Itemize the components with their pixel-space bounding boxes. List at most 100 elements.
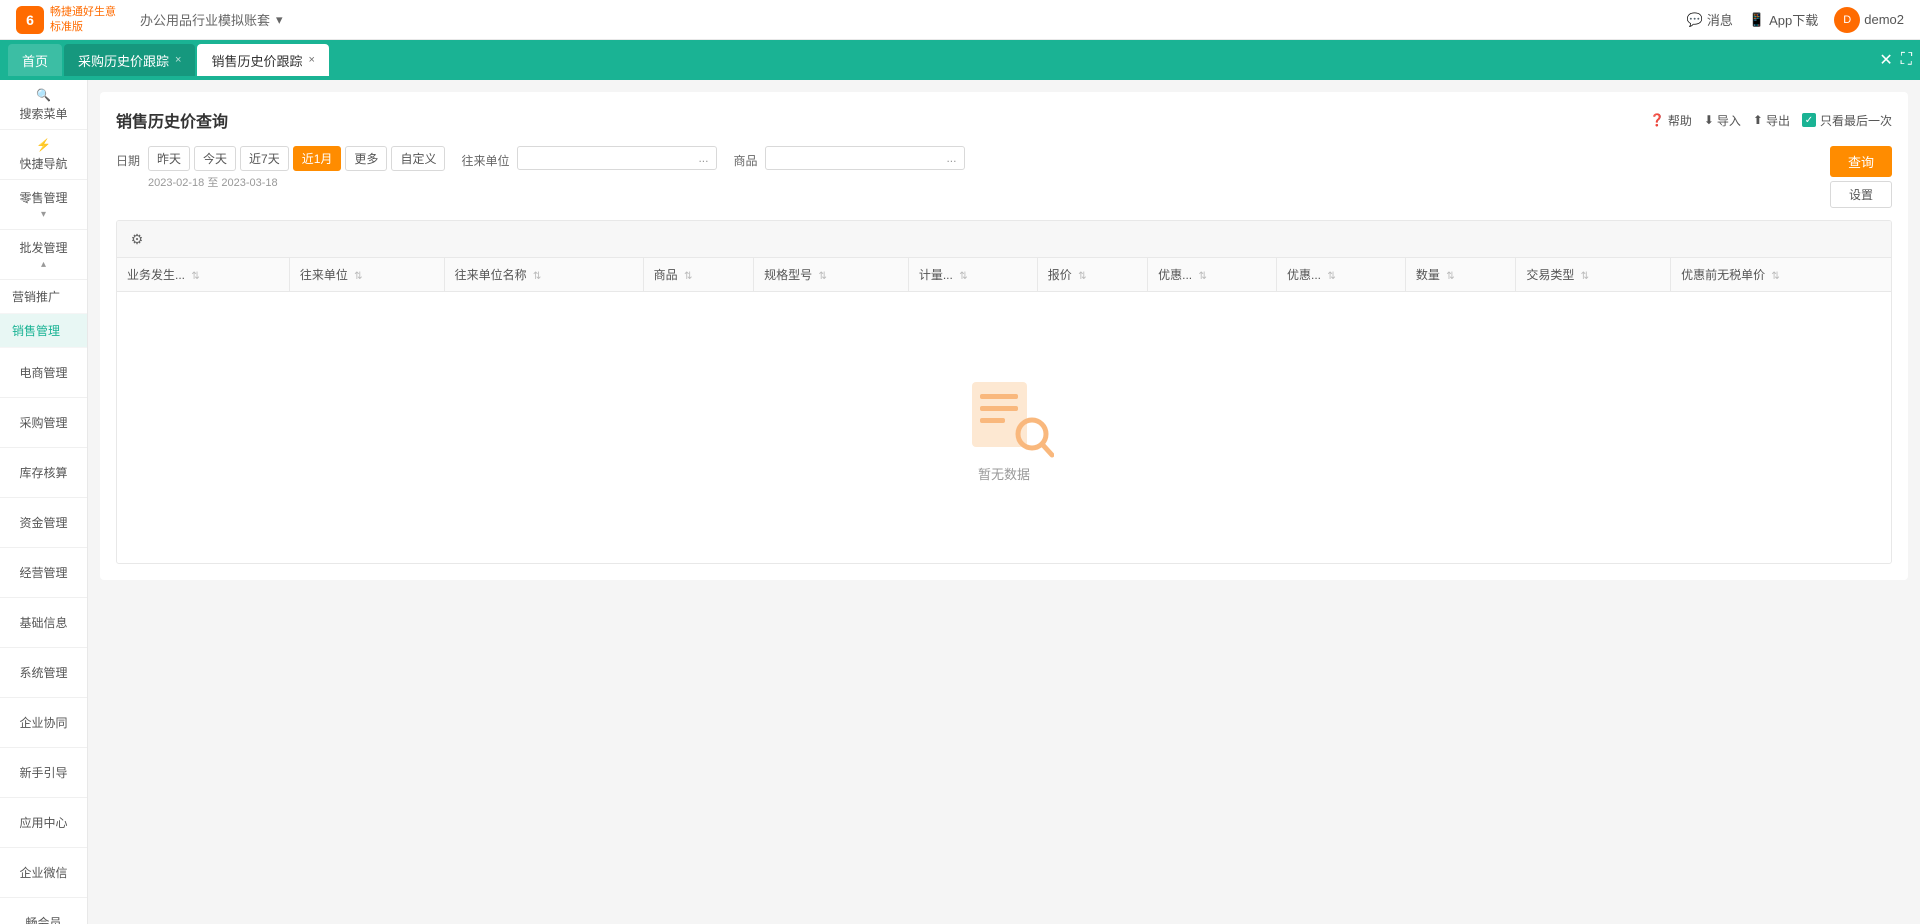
sidebar-item-system[interactable]: 系统管理 [0, 648, 87, 698]
sort-arrows-icon: ⇅ [1198, 271, 1206, 282]
breadcrumb[interactable]: 办公用品行业模拟账套 ▾ [140, 10, 283, 29]
col-unit-name[interactable]: 往来单位名称 ⇅ [444, 258, 643, 292]
sidebar-item-enterprise-wechat[interactable]: 企业微信 [0, 848, 87, 898]
import-icon: ⬇ [1704, 113, 1714, 127]
sort-arrows-icon: ⇅ [191, 271, 199, 282]
page-title: 销售历史价查询 [116, 108, 228, 132]
sidebar-item-finance[interactable]: 资金管理 [0, 498, 87, 548]
sort-arrows-icon: ⇅ [1771, 271, 1779, 282]
logo-icon: 6 [16, 6, 44, 34]
col-qty[interactable]: 数量 ⇅ [1405, 258, 1515, 292]
sort-arrows-icon: ⇅ [959, 271, 967, 282]
sidebar-item-app-center[interactable]: 应用中心 [0, 798, 87, 848]
sidebar-item-operations[interactable]: 经营管理 [0, 548, 87, 598]
sidebar-item-marketing[interactable]: 营销推广 [0, 280, 87, 314]
tab-sales-close-icon[interactable]: × [308, 54, 314, 66]
sort-arrows-icon: ⇅ [354, 271, 362, 282]
header-left: 6 畅捷通好生意 标准版 办公用品行业模拟账套 ▾ [16, 5, 283, 34]
sidebar-item-retail[interactable]: 零售管理 ▾ [0, 180, 87, 230]
fullscreen-icon[interactable]: ⛶ [1901, 51, 1912, 69]
tab-bar-controls: ✕ ⛶ [1879, 50, 1912, 70]
col-date[interactable]: 业务发生... ⇅ [117, 258, 289, 292]
goods-input[interactable]: ... [765, 146, 965, 170]
app-download-button[interactable]: 📱 App下载 [1749, 10, 1818, 29]
page-card: 销售历史价查询 ❓ 帮助 ⬇ 导入 ⬆ 导出 ✓ [100, 92, 1908, 580]
tab-bar: 首页 采购历史价跟踪 × 销售历史价跟踪 × ✕ ⛶ [0, 40, 1920, 80]
sidebar: 🔍 搜索菜单 ⚡ 快捷导航 零售管理 ▾ 批发管理 ▴ 营销推广 销售管理 电商… [0, 80, 88, 924]
sidebar-item-basic-info[interactable]: 基础信息 [0, 598, 87, 648]
data-table: 业务发生... ⇅ 往来单位 ⇅ 往来单位名称 ⇅ [117, 258, 1891, 292]
col-trade-type[interactable]: 交易类型 ⇅ [1516, 258, 1671, 292]
date-btn-7days[interactable]: 近7天 [240, 146, 289, 171]
close-window-icon[interactable]: ✕ [1879, 50, 1892, 70]
phone-icon: 📱 [1749, 12, 1765, 28]
sidebar-item-members[interactable]: 畅会员 [0, 898, 87, 924]
chevron-down-icon: ▾ [41, 209, 46, 220]
tab-purchase-close-icon[interactable]: × [175, 54, 181, 66]
empty-text: 暂无数据 [978, 464, 1030, 483]
logo-text: 畅捷通好生意 标准版 [50, 5, 116, 34]
sort-arrows-icon: ⇅ [684, 271, 692, 282]
col-discount2[interactable]: 优惠... ⇅ [1277, 258, 1406, 292]
sidebar-item-inventory[interactable]: 库存核算 [0, 448, 87, 498]
col-unit-code[interactable]: 往来单位 ⇅ [289, 258, 444, 292]
goods-label: 商品 [733, 146, 757, 169]
col-pretax-price[interactable]: 优惠前无税单价 ⇅ [1671, 258, 1891, 292]
header-right: 💬 消息 📱 App下载 D demo2 [1687, 7, 1904, 33]
empty-illustration [964, 372, 1044, 452]
table-settings-button[interactable]: ⚙ [125, 227, 149, 251]
table-toolbar: ⚙ [117, 221, 1891, 258]
avatar: D [1834, 7, 1860, 33]
top-header: 6 畅捷通好生意 标准版 办公用品行业模拟账套 ▾ 💬 消息 📱 App下载 D… [0, 0, 1920, 40]
tab-home[interactable]: 首页 [8, 44, 62, 76]
message-button[interactable]: 💬 消息 [1687, 10, 1733, 29]
date-buttons: 昨天 今天 近7天 近1月 更多 自定义 [148, 146, 445, 171]
sidebar-item-purchase[interactable]: 采购管理 [0, 398, 87, 448]
sidebar-item-sales[interactable]: 销售管理 [0, 314, 87, 348]
sidebar-item-quick-nav[interactable]: ⚡ 快捷导航 [0, 130, 87, 180]
col-price[interactable]: 报价 ⇅ [1037, 258, 1147, 292]
sidebar-item-wholesale[interactable]: 批发管理 ▴ [0, 230, 87, 280]
date-btn-custom[interactable]: 自定义 [391, 146, 445, 171]
quick-nav-icon: ⚡ [36, 138, 51, 152]
col-unit[interactable]: 计量... ⇅ [908, 258, 1037, 292]
col-spec[interactable]: 规格型号 ⇅ [754, 258, 909, 292]
date-btn-more[interactable]: 更多 [345, 146, 387, 171]
date-btn-yesterday[interactable]: 昨天 [148, 146, 190, 171]
sidebar-item-onboarding[interactable]: 新手引导 [0, 748, 87, 798]
logo-area: 6 畅捷通好生意 标准版 [16, 5, 116, 34]
export-button[interactable]: ⬆ 导出 [1753, 112, 1790, 129]
from-unit-label: 往来单位 [461, 146, 509, 169]
date-label: 日期 [116, 146, 140, 169]
sidebar-item-enterprise-collab[interactable]: 企业协同 [0, 698, 87, 748]
filter-row: 日期 昨天 今天 近7天 近1月 更多 自定义 2023-02-18 至 202… [116, 146, 1892, 208]
date-btn-1month[interactable]: 近1月 [293, 146, 342, 171]
import-button[interactable]: ⬇ 导入 [1704, 112, 1741, 129]
page-actions: ❓ 帮助 ⬇ 导入 ⬆ 导出 ✓ 只看最后一次 [1650, 112, 1892, 129]
tab-sales-history[interactable]: 销售历史价跟踪 × [197, 44, 328, 76]
col-goods[interactable]: 商品 ⇅ [643, 258, 753, 292]
from-unit-filter-group: 往来单位 ... [461, 146, 717, 170]
sort-arrows-icon: ⇅ [1078, 271, 1086, 282]
main-layout: 🔍 搜索菜单 ⚡ 快捷导航 零售管理 ▾ 批发管理 ▴ 营销推广 销售管理 电商… [0, 80, 1920, 924]
only-last-checkbox[interactable]: ✓ 只看最后一次 [1802, 112, 1892, 129]
help-button[interactable]: ❓ 帮助 [1650, 112, 1692, 129]
table-wrapper: ⚙ 业务发生... ⇅ 往来单位 ⇅ [116, 220, 1892, 564]
tab-purchase-history[interactable]: 采购历史价跟踪 × [64, 44, 195, 76]
settings-button[interactable]: 设置 [1830, 181, 1892, 208]
sidebar-item-ecommerce[interactable]: 电商管理 [0, 348, 87, 398]
content-area: 销售历史价查询 ❓ 帮助 ⬇ 导入 ⬆ 导出 ✓ [88, 80, 1920, 924]
col-discount1[interactable]: 优惠... ⇅ [1148, 258, 1277, 292]
empty-state: 暂无数据 [117, 292, 1891, 563]
sort-arrows-icon: ⇅ [533, 271, 541, 282]
date-btn-today[interactable]: 今天 [194, 146, 236, 171]
sort-arrows-icon: ⇅ [818, 271, 826, 282]
sidebar-item-search[interactable]: 🔍 搜索菜单 [0, 80, 87, 130]
search-button[interactable]: 查询 [1830, 146, 1892, 177]
user-menu[interactable]: D demo2 [1834, 7, 1904, 33]
sort-arrows-icon: ⇅ [1581, 271, 1589, 282]
from-unit-input[interactable]: ... [517, 146, 717, 170]
message-icon: 💬 [1687, 12, 1703, 28]
goods-filter-group: 商品 ... [733, 146, 965, 170]
date-range-text: 2023-02-18 至 2023-03-18 [148, 174, 445, 190]
